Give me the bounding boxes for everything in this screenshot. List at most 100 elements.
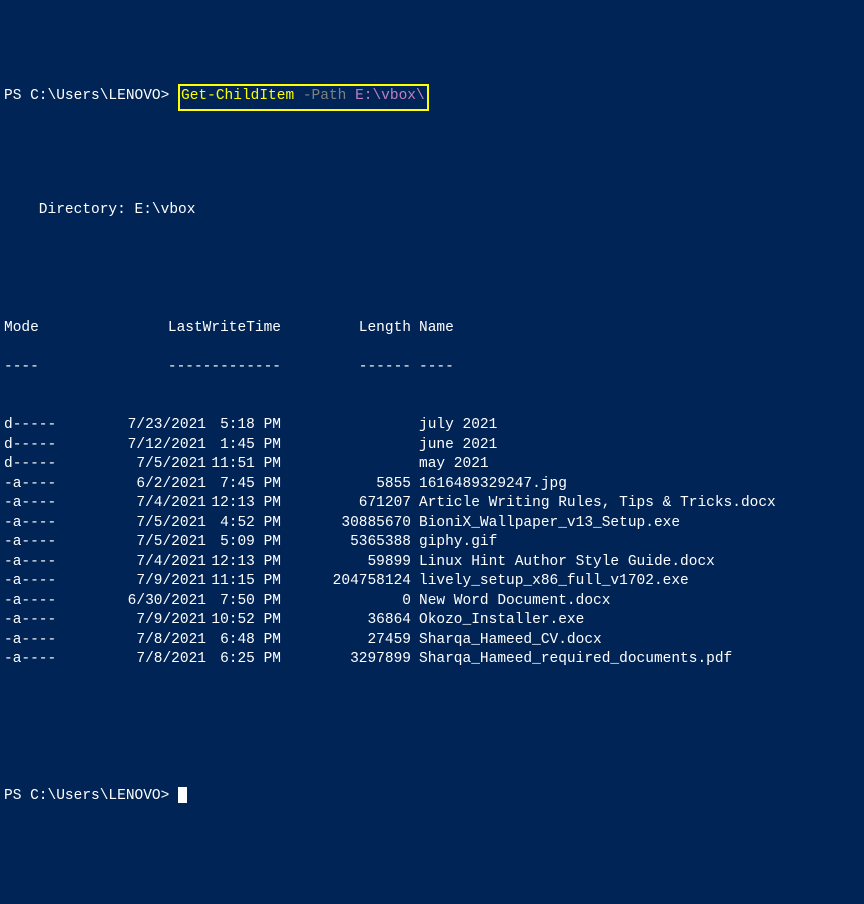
cell-date: 7/12/2021 (56, 436, 206, 456)
blank-line (4, 748, 860, 768)
cell-time: 6:25 PM (206, 650, 281, 670)
cell-time: 1:45 PM (206, 436, 281, 456)
table-row: -a----7/5/20214:52 PM30885670BioniX_Wall… (4, 514, 860, 534)
cell-time: 5:18 PM (206, 416, 281, 436)
prompt-line-2[interactable]: PS C:\Users\LENOVO> (4, 787, 860, 807)
header-length: Length (281, 319, 411, 339)
cell-mode: -a---- (4, 592, 56, 612)
cell-mode: -a---- (4, 631, 56, 651)
cell-mode: -a---- (4, 494, 56, 514)
table-row: -a----7/8/20216:25 PM3297899Sharqa_Hamee… (4, 650, 860, 670)
cell-mode: d----- (4, 455, 56, 475)
table-row: -a----7/4/202112:13 PM671207Article Writ… (4, 494, 860, 514)
cell-name: Sharqa_Hameed_required_documents.pdf (411, 650, 732, 670)
cell-length: 5365388 (281, 533, 411, 553)
blank-line (4, 162, 860, 182)
table-dash-row: --------------------------- (4, 358, 860, 378)
cell-mode: -a---- (4, 611, 56, 631)
dash-length: ------ (281, 358, 411, 378)
prompt-line-1[interactable]: PS C:\Users\LENOVO> Get-ChildItem -Path … (4, 84, 860, 104)
cursor (178, 787, 187, 803)
blank-line (4, 123, 860, 143)
cell-date: 6/2/2021 (56, 475, 206, 495)
cmd-arg: E:\vbox\ (355, 88, 425, 104)
header-mode: Mode (4, 319, 56, 339)
cell-time: 11:51 PM (206, 455, 281, 475)
table-row: -a----7/4/202112:13 PM59899Linux Hint Au… (4, 553, 860, 573)
cell-date: 7/5/2021 (56, 455, 206, 475)
cmdlet-name: Get-ChildItem (181, 88, 294, 104)
cell-date: 7/5/2021 (56, 514, 206, 534)
cell-date: 7/9/2021 (56, 572, 206, 592)
cell-length: 27459 (281, 631, 411, 651)
prompt-prefix: PS C:\Users\LENOVO> (4, 788, 178, 804)
cell-name: june 2021 (411, 436, 497, 456)
cell-date: 7/4/2021 (56, 553, 206, 573)
table-row: d-----7/5/202111:51 PM may 2021 (4, 455, 860, 475)
table-row: -a----7/9/202110:52 PM36864Okozo_Install… (4, 611, 860, 631)
cell-mode: -a---- (4, 514, 56, 534)
cell-date: 7/5/2021 (56, 533, 206, 553)
cell-date: 7/8/2021 (56, 650, 206, 670)
cell-length: 0 (281, 592, 411, 612)
cell-time: 5:09 PM (206, 533, 281, 553)
cell-mode: -a---- (4, 572, 56, 592)
cell-mode: -a---- (4, 475, 56, 495)
table-row: d-----7/12/20211:45 PM june 2021 (4, 436, 860, 456)
cell-date: 6/30/2021 (56, 592, 206, 612)
cell-length: 671207 (281, 494, 411, 514)
cell-name: lively_setup_x86_full_v1702.exe (411, 572, 689, 592)
cell-length: 5855 (281, 475, 411, 495)
cell-length: 36864 (281, 611, 411, 631)
cell-time: 10:52 PM (206, 611, 281, 631)
dash-lwt: ------------- (56, 358, 281, 378)
cell-name: New Word Document.docx (411, 592, 610, 612)
table-row: -a----6/2/20217:45 PM58551616489329247.j… (4, 475, 860, 495)
dash-mode: ---- (4, 358, 56, 378)
cell-name: Article Writing Rules, Tips & Tricks.doc… (411, 494, 776, 514)
cell-time: 12:13 PM (206, 553, 281, 573)
cell-name: may 2021 (411, 455, 489, 475)
cell-time: 11:15 PM (206, 572, 281, 592)
directory-line: Directory: E:\vbox (4, 201, 860, 221)
cell-mode: -a---- (4, 533, 56, 553)
cell-length: 30885670 (281, 514, 411, 534)
cell-name: july 2021 (411, 416, 497, 436)
cmd-param: -Path (294, 88, 355, 104)
cell-date: 7/9/2021 (56, 611, 206, 631)
cell-name: giphy.gif (411, 533, 497, 553)
prompt-prefix: PS C:\Users\LENOVO> (4, 88, 178, 104)
blank-line (4, 709, 860, 729)
cell-mode: -a---- (4, 650, 56, 670)
cell-date: 7/23/2021 (56, 416, 206, 436)
header-lastwritetime: LastWriteTime (56, 319, 281, 339)
cell-name: BioniX_Wallpaper_v13_Setup.exe (411, 514, 680, 534)
blank-line (4, 280, 860, 300)
cell-mode: d----- (4, 416, 56, 436)
dash-name: ---- (411, 358, 454, 378)
blank-line (4, 241, 860, 261)
cell-name: 1616489329247.jpg (411, 475, 567, 495)
cell-name: Sharqa_Hameed_CV.docx (411, 631, 602, 651)
cell-date: 7/8/2021 (56, 631, 206, 651)
cell-time: 7:50 PM (206, 592, 281, 612)
table-body: d-----7/23/20215:18 PMjuly 2021d-----7/1… (4, 416, 860, 670)
cell-mode: d----- (4, 436, 56, 456)
table-row: -a----7/5/20215:09 PM5365388giphy.gif (4, 533, 860, 553)
cell-time: 7:45 PM (206, 475, 281, 495)
header-name: Name (411, 319, 454, 339)
table-row: -a----7/8/20216:48 PM27459Sharqa_Hameed_… (4, 631, 860, 651)
cell-length: 204758124 (281, 572, 411, 592)
cell-time: 6:48 PM (206, 631, 281, 651)
cell-date: 7/4/2021 (56, 494, 206, 514)
table-header-row: ModeLastWriteTimeLengthName (4, 319, 860, 339)
table-row: d-----7/23/20215:18 PM july 2021 (4, 416, 860, 436)
cell-length: 3297899 (281, 650, 411, 670)
cell-time: 12:13 PM (206, 494, 281, 514)
command-highlight: Get-ChildItem -Path E:\vbox\ (178, 84, 429, 111)
cell-name: Okozo_Installer.exe (411, 611, 584, 631)
cell-mode: -a---- (4, 553, 56, 573)
table-row: -a----7/9/202111:15 PM204758124lively_se… (4, 572, 860, 592)
cell-name: Linux Hint Author Style Guide.docx (411, 553, 715, 573)
table-row: -a----6/30/20217:50 PM0New Word Document… (4, 592, 860, 612)
